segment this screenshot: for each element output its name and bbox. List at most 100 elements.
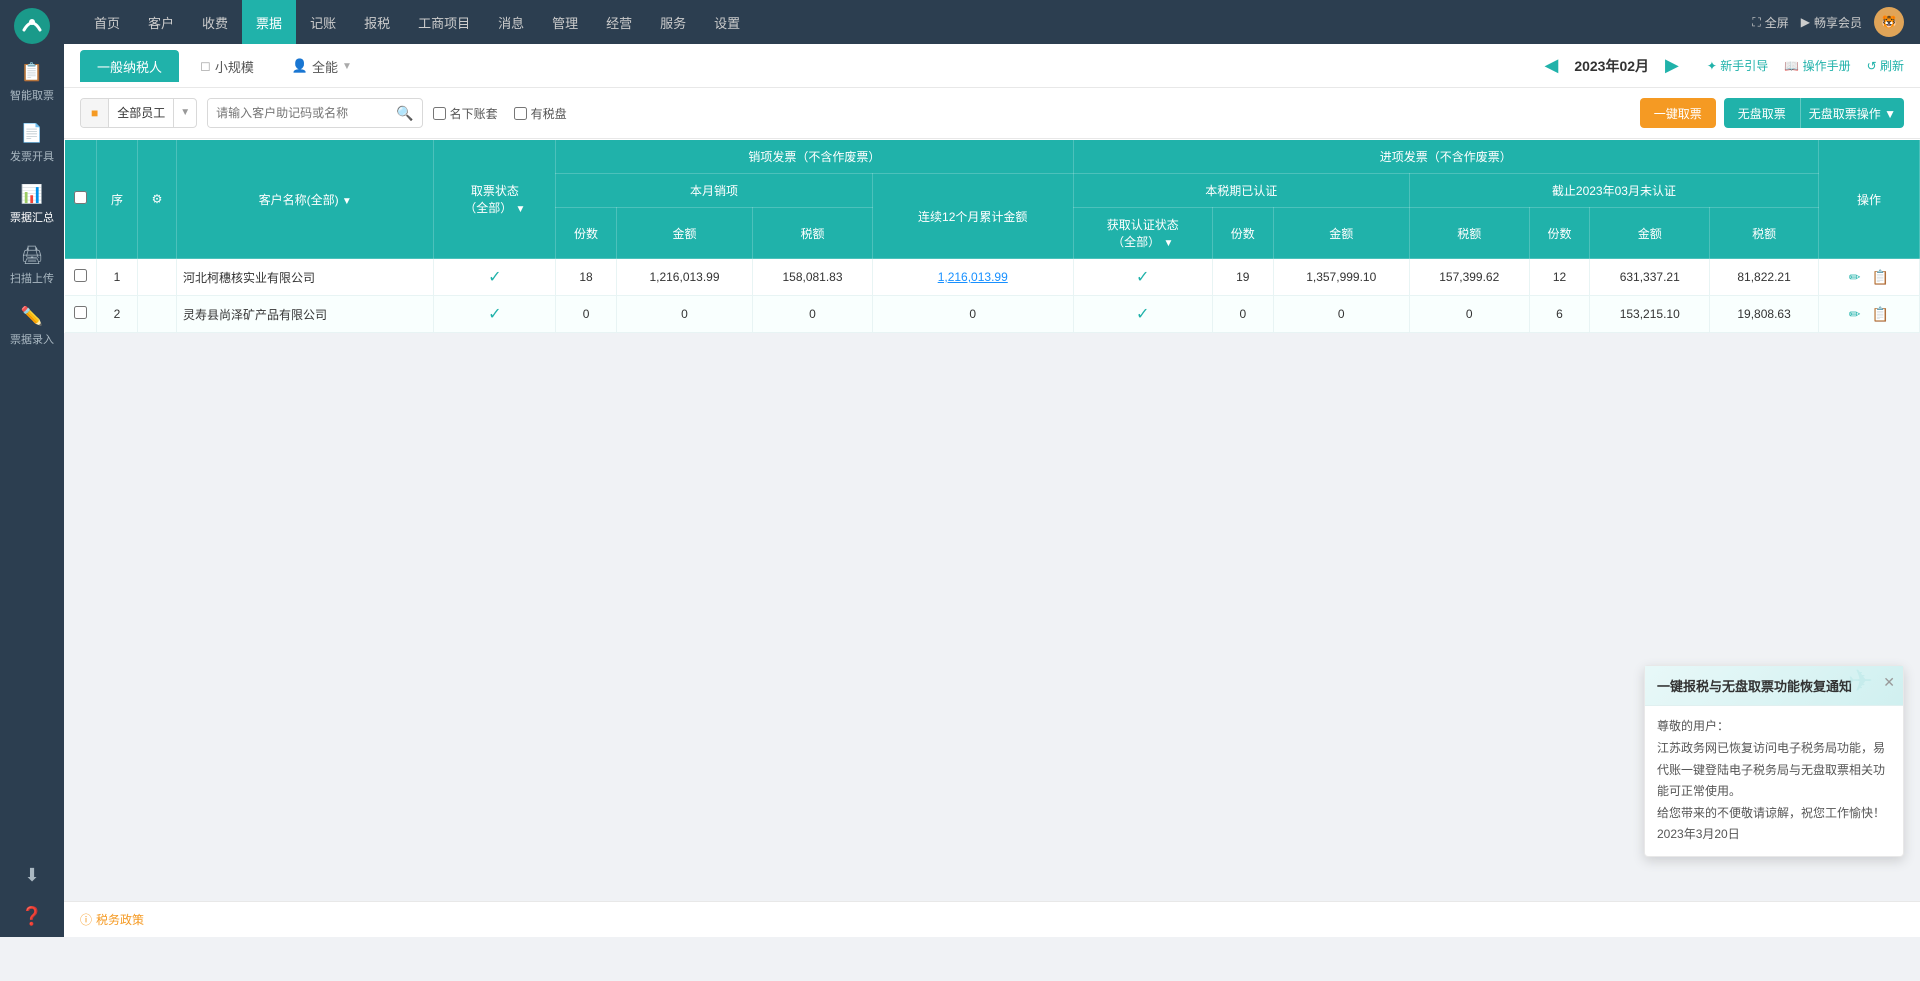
sidebar-item-invoice-entry[interactable]: ✏️ 票据录入 <box>0 296 64 357</box>
all-icon: 👤 <box>292 58 308 74</box>
fullscreen-btn[interactable]: ⛶ 全屏 <box>1752 14 1788 31</box>
tax-policy-icon: ⓘ <box>80 911 92 928</box>
nav-billing[interactable]: 收费 <box>188 0 242 44</box>
row-uncert-count: 12 <box>1529 259 1590 296</box>
detail-icon[interactable]: 📋 <box>1872 306 1889 322</box>
sidebar: 📋 智能取票 📄 发票开具 📊 票据汇总 🖨 扫描上传 ✏️ 票据录入 ⬇ ❓ <box>0 0 64 937</box>
nav-service[interactable]: 服务 <box>646 0 700 44</box>
refresh-btn[interactable]: ↺ 刷新 <box>1867 57 1904 74</box>
nav-management[interactable]: 管理 <box>538 0 592 44</box>
smart-deduct-icon: 📋 <box>21 62 43 83</box>
col-uncert: 截止2023年03月未认证 <box>1409 174 1818 208</box>
col-uncert-tax: 税额 <box>1710 208 1819 259</box>
select-all-checkbox[interactable] <box>74 191 87 204</box>
help-icon: ❓ <box>21 906 43 927</box>
invoice-summary-icon: 📊 <box>21 184 43 205</box>
nav-operation[interactable]: 经营 <box>592 0 646 44</box>
row-sales-tax: 158,081.83 <box>753 259 873 296</box>
checkbox-sub-input[interactable] <box>433 107 446 120</box>
checkbox-tax[interactable]: 有税盘 <box>514 105 567 122</box>
col-cert-tax: 税额 <box>1409 208 1529 259</box>
tab-small-scale[interactable]: ◻ 小规模 <box>183 50 271 82</box>
nav-customer[interactable]: 客户 <box>134 0 188 44</box>
user-avatar[interactable]: 🐯 <box>1874 7 1904 37</box>
col-cert-amount: 金额 <box>1273 208 1409 259</box>
top-navigation: 首页 客户 收费 票据 记账 报税 工商项目 消息 管理 经营 服务 设置 ⛶ … <box>64 0 1920 44</box>
sidebar-item-invoice-open[interactable]: 📄 发票开具 <box>0 113 64 174</box>
tab-all[interactable]: 👤 全能 ▼ <box>275 50 369 82</box>
settings-icon[interactable]: ⚙ <box>152 192 163 206</box>
col-uncert-amount: 金额 <box>1590 208 1710 259</box>
no-disk-more-btn[interactable]: 无盘取票操作 ▼ <box>1800 98 1904 128</box>
col-customer: 客户名称(全部) ▼ <box>176 140 433 259</box>
row-uncert-count: 6 <box>1529 296 1590 333</box>
period-next-btn[interactable]: ▶ <box>1665 55 1679 76</box>
checkbox-sub[interactable]: 名下账套 <box>433 105 498 122</box>
table-group-header-row: 序 ⚙ 客户名称(全部) ▼ 取票状态（全部） ▼ 销项发票（不含作废票） 进项… <box>65 140 1920 174</box>
notification-close-btn[interactable]: ✕ <box>1883 674 1895 691</box>
nav-invoice[interactable]: 票据 <box>242 0 296 44</box>
nav-accounting[interactable]: 记账 <box>296 0 350 44</box>
no-disk-btn[interactable]: 无盘取票 <box>1724 98 1800 128</box>
edit-icon[interactable]: ✏ <box>1849 306 1861 322</box>
search-button[interactable]: 🔍 <box>388 105 421 122</box>
bottom-bar: ⓘ 税务政策 <box>64 901 1920 937</box>
row-cert-tax: 0 <box>1409 296 1529 333</box>
row-sales-amount: 0 <box>616 296 752 333</box>
manual-btn[interactable]: 📖 操作手册 <box>1784 57 1850 74</box>
nav-home[interactable]: 首页 <box>80 0 134 44</box>
col-sales-tax: 税额 <box>753 208 873 259</box>
checkbox-tax-input[interactable] <box>514 107 527 120</box>
sidebar-item-invoice-open-label: 发票开具 <box>10 148 54 164</box>
nav-right-actions: ⛶ 全屏 ▶ 畅享会员 🐯 <box>1752 7 1904 37</box>
sidebar-item-help[interactable]: ❓ <box>0 896 64 937</box>
row-cert-count: 0 <box>1212 296 1273 333</box>
sidebar-item-invoice-summary[interactable]: 📊 票据汇总 <box>0 174 64 235</box>
search-input[interactable] <box>208 98 388 128</box>
member-btn[interactable]: ▶ 畅享会员 <box>1801 14 1862 31</box>
sidebar-item-download[interactable]: ⬇ <box>0 855 64 896</box>
period-prev-btn[interactable]: ◀ <box>1544 55 1558 76</box>
download-icon: ⬇ <box>24 865 39 886</box>
nav-message[interactable]: 消息 <box>484 0 538 44</box>
scan-upload-icon: 🖨 <box>21 245 44 266</box>
col-cert-status: 获取认证状态（全部） ▼ <box>1073 208 1212 259</box>
row-checkbox[interactable] <box>65 296 97 333</box>
tab-all-dropdown-icon[interactable]: ▼ <box>342 61 352 72</box>
nav-business[interactable]: 工商项目 <box>404 0 484 44</box>
sidebar-item-invoice-summary-label: 票据汇总 <box>10 209 54 225</box>
sidebar-item-scan-upload[interactable]: 🖨 扫描上传 <box>0 235 64 296</box>
nav-items: 首页 客户 收费 票据 记账 报税 工商项目 消息 管理 经营 服务 设置 <box>80 0 754 44</box>
employee-filter[interactable]: ■ 全部员工 ▼ <box>80 98 197 128</box>
one-click-btn[interactable]: 一键取票 <box>1640 98 1716 128</box>
row-cert-status: ✓ <box>1073 259 1212 296</box>
decoration: ✈ <box>1848 664 1873 699</box>
row-settings <box>138 296 177 333</box>
logo <box>0 0 64 52</box>
row-checkbox[interactable] <box>65 259 97 296</box>
search-box: 🔍 <box>207 98 422 128</box>
employee-filter-arrow[interactable]: ▼ <box>173 98 196 128</box>
col-settings: ⚙ <box>138 140 177 259</box>
edit-icon[interactable]: ✏ <box>1849 269 1861 285</box>
col-group-input: 进项发票（不含作废票） <box>1073 140 1818 174</box>
sidebar-item-invoice-entry-label: 票据录入 <box>10 331 54 347</box>
col-cert-count: 份数 <box>1212 208 1273 259</box>
notification-line: 江苏政务网已恢复访问电子税务局功能，易代账一键登陆电子税务局与无盘取票相关功能可… <box>1657 738 1891 803</box>
row-cert-tax: 157,399.62 <box>1409 259 1529 296</box>
tab-bar: 一般纳税人 ◻ 小规模 👤 全能 ▼ ◀ 2023年02月 ▶ ✦ 新手引导 📖… <box>64 44 1920 88</box>
sidebar-item-smart-deduct[interactable]: 📋 智能取票 <box>0 52 64 113</box>
tab-general-taxpayer[interactable]: 一般纳税人 <box>80 50 179 82</box>
employee-filter-value: 全部员工 <box>109 98 173 128</box>
nav-settings[interactable]: 设置 <box>700 0 754 44</box>
col-checkbox <box>65 140 97 259</box>
new-guide-btn[interactable]: ✦ 新手引导 <box>1707 57 1768 74</box>
col-sales-amount: 金额 <box>616 208 752 259</box>
col-month-sales: 本月销项 <box>556 174 873 208</box>
tax-policy-link[interactable]: ⓘ 税务政策 <box>80 911 144 928</box>
row-12month-amount: 0 <box>872 296 1073 333</box>
row-cert-count: 19 <box>1212 259 1273 296</box>
detail-icon[interactable]: 📋 <box>1872 269 1889 285</box>
row-uncert-tax: 19,808.63 <box>1710 296 1819 333</box>
nav-tax[interactable]: 报税 <box>350 0 404 44</box>
